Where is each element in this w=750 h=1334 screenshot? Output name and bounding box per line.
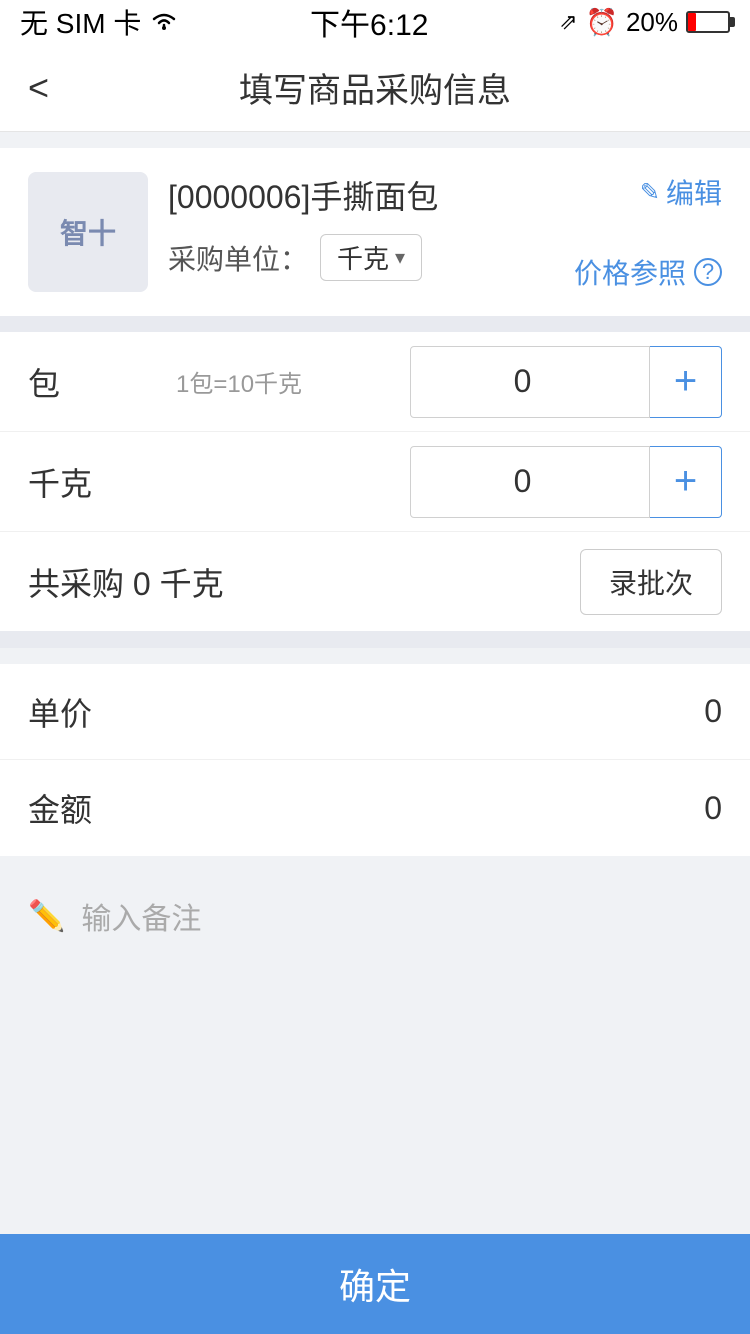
status-time: 下午6:12 <box>310 0 428 44</box>
amount-value: 0 <box>704 790 722 827</box>
kg-input[interactable] <box>410 446 650 518</box>
bag-label: 包 <box>28 359 168 405</box>
notes-placeholder: 输入备注 <box>81 894 201 938</box>
batch-button[interactable]: 录批次 <box>580 549 722 615</box>
product-logo: 智十 <box>60 212 116 252</box>
bag-input-wrap: + <box>410 346 722 418</box>
carrier-text: 无 SIM 卡 <box>20 2 141 42</box>
notes-section[interactable]: ✏️ 输入备注 <box>0 856 750 976</box>
status-bar: 无 SIM 卡 下午6:12 ⇗ ⏰ 20% <box>0 0 750 44</box>
status-left: 无 SIM 卡 <box>20 2 179 42</box>
bottom-spacer <box>0 976 750 1076</box>
alarm-icon: ⏰ <box>586 7 618 38</box>
price-ref-button[interactable]: 价格参照 ? <box>574 252 722 292</box>
section-divider-1 <box>0 316 750 332</box>
status-right: ⇗ ⏰ 20% <box>559 7 730 38</box>
amount-row: 金额 0 <box>0 760 750 856</box>
summary-text: 共采购 0 千克 <box>28 559 224 605</box>
unit-select[interactable]: 千克 ▾ <box>320 234 422 281</box>
kg-input-row: 千克 + <box>0 432 750 532</box>
kg-label: 千克 <box>28 459 168 505</box>
bag-plus-button[interactable]: + <box>650 346 722 418</box>
back-button[interactable]: < <box>28 67 49 109</box>
bag-sub-label: 1包=10千克 <box>176 364 302 399</box>
price-ref-label: 价格参照 <box>574 252 686 292</box>
unit-price-label: 单价 <box>28 689 92 735</box>
nav-bar: < 填写商品采购信息 <box>0 44 750 132</box>
unit-price-row: 单价 0 <box>0 664 750 760</box>
info-icon: ? <box>694 258 722 286</box>
kg-plus-button[interactable]: + <box>650 446 722 518</box>
summary-row: 共采购 0 千克 录批次 <box>0 532 750 632</box>
battery-percent: 20% <box>626 7 678 38</box>
edit-label: 编辑 <box>666 172 722 212</box>
input-section: 包 1包=10千克 + 千克 + 共采购 0 千克 录批次 <box>0 332 750 632</box>
unit-label: 采购单位： <box>168 238 308 278</box>
product-card: 智十 [0000006]手撕面包 采购单位： 千克 ▾ ✎ 编辑 价格参照 ? <box>0 148 750 316</box>
chevron-down-icon: ▾ <box>395 245 405 270</box>
wifi-icon <box>149 6 179 38</box>
edit-icon: ✎ <box>640 178 660 207</box>
unit-value: 千克 <box>337 239 389 276</box>
battery-icon <box>686 11 730 33</box>
product-thumbnail: 智十 <box>28 172 148 292</box>
location-icon: ⇗ <box>559 9 577 35</box>
kg-input-wrap: + <box>410 446 722 518</box>
edit-button[interactable]: ✎ 编辑 <box>640 172 722 212</box>
confirm-button[interactable]: 确定 <box>0 1234 750 1334</box>
unit-price-value: 0 <box>704 693 722 730</box>
bag-input[interactable] <box>410 346 650 418</box>
amount-label: 金额 <box>28 785 92 831</box>
section-divider-2 <box>0 632 750 648</box>
price-section: 单价 0 金额 0 <box>0 664 750 856</box>
pencil-icon: ✏️ <box>28 899 65 934</box>
page-title: 填写商品采购信息 <box>239 63 511 112</box>
bag-input-row: 包 1包=10千克 + <box>0 332 750 432</box>
